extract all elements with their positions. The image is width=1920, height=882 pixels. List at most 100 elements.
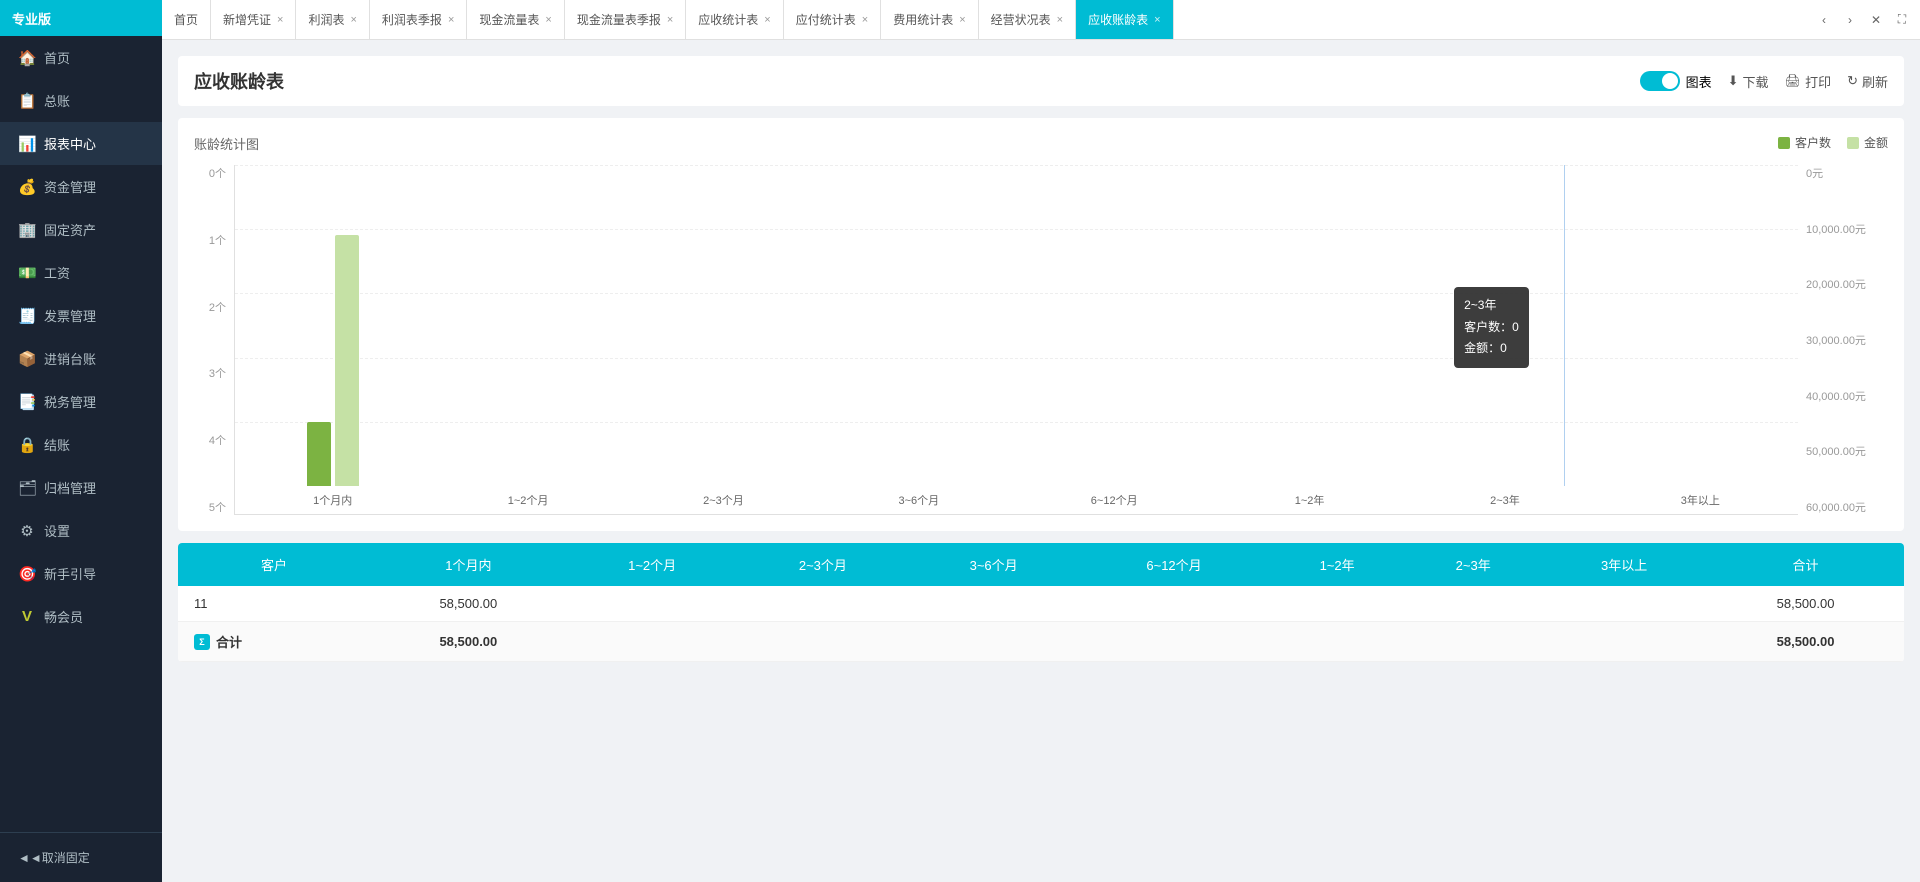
- sidebar-item-reports[interactable]: 📊 报表中心: [0, 122, 162, 165]
- sidebar-item-invoice[interactable]: 🧾 发票管理: [0, 294, 162, 337]
- tab-profit-quarterly[interactable]: 利润表季报 ×: [370, 0, 467, 39]
- tab-label: 新增凭证: [223, 11, 271, 28]
- sidebar-item-label: 设置: [44, 521, 70, 540]
- td-total-y23: [1405, 622, 1541, 662]
- sidebar-item-vip[interactable]: V 畅会员: [0, 595, 162, 638]
- th-m23: 2~3个月: [738, 543, 909, 586]
- tab-receivable-stats[interactable]: 应收统计表 ×: [686, 0, 783, 39]
- sidebar-item-label: 固定资产: [44, 220, 96, 239]
- tab-operations[interactable]: 经营状况表 ×: [979, 0, 1076, 39]
- td-total-m1: 58,500.00: [370, 622, 567, 662]
- td-y23: [1405, 586, 1541, 622]
- tab-close-icon[interactable]: ×: [350, 14, 356, 26]
- tab-close-icon[interactable]: ×: [862, 14, 868, 26]
- download-button[interactable]: ⬇ 下载: [1728, 72, 1769, 91]
- x-label-3: 2~3个月: [626, 486, 821, 514]
- tab-close-icon[interactable]: ×: [545, 14, 551, 26]
- refresh-icon: ↻: [1847, 73, 1858, 89]
- tab-label: 利润表季报: [382, 11, 442, 28]
- sidebar-item-archive[interactable]: 🗂 归档管理: [0, 466, 162, 509]
- bar-group: [235, 165, 430, 486]
- sidebar-item-home[interactable]: 🏠 首页: [0, 36, 162, 79]
- sidebar-item-label: 进销台账: [44, 349, 96, 368]
- sidebar-item-label: 归档管理: [44, 478, 96, 497]
- x-label-4: 3~6个月: [821, 486, 1016, 514]
- tab-close-icon[interactable]: ×: [1154, 14, 1160, 26]
- td-total-m23: [738, 622, 909, 662]
- tab-home[interactable]: 首页: [162, 0, 211, 39]
- tab-expand-button[interactable]: ⛶: [1890, 8, 1914, 32]
- tab-profit[interactable]: 利润表 ×: [296, 0, 369, 39]
- print-label: 打印: [1805, 72, 1831, 91]
- page-actions: 图表 ⬇ 下载 🖨 打印 ↻ 刷新: [1640, 71, 1888, 91]
- refresh-button[interactable]: ↻ 刷新: [1847, 72, 1888, 91]
- th-customer: 客户: [178, 543, 370, 586]
- tab-close-icon[interactable]: ×: [764, 14, 770, 26]
- y-axis-right: 60,000.00元 50,000.00元 40,000.00元 30,000.…: [1798, 165, 1888, 515]
- tab-receivable-aging[interactable]: 应收账龄表 ×: [1076, 0, 1173, 39]
- tab-close-icon[interactable]: ×: [1057, 14, 1063, 26]
- chart-area: 5个 4个 3个 2个 1个 0个: [194, 165, 1888, 515]
- x-label-5: 6~12个月: [1017, 486, 1212, 514]
- th-m12: 1~2个月: [567, 543, 738, 586]
- sidebar-item-close[interactable]: 🔒 结账: [0, 423, 162, 466]
- chart-toggle-label: 图表: [1686, 72, 1712, 91]
- td-total-m36: [908, 622, 1079, 662]
- th-m36: 3~6个月: [908, 543, 1079, 586]
- tab-cashflow-quarterly[interactable]: 现金流量表季报 ×: [565, 0, 686, 39]
- tab-expense-stats[interactable]: 费用统计表 ×: [881, 0, 978, 39]
- chart-legend: 客户数 金额: [1778, 134, 1888, 151]
- tax-icon: 📑: [18, 393, 36, 411]
- page-title: 应收账龄表: [194, 68, 284, 94]
- guide-icon: 🎯: [18, 565, 36, 583]
- total-icon: Σ: [194, 634, 210, 650]
- print-button[interactable]: 🖨 打印: [1785, 72, 1832, 91]
- total-text: 合计: [216, 632, 242, 651]
- sidebar-item-funds[interactable]: 💰 资金管理: [0, 165, 162, 208]
- invoice-icon: 🧾: [18, 307, 36, 325]
- unpin-button[interactable]: ◄◄取消固定: [0, 841, 162, 874]
- x-label-6: 1~2年: [1212, 486, 1407, 514]
- td-total-total: 58,500.00: [1707, 622, 1904, 662]
- sidebar-item-settings[interactable]: ⚙ 设置: [0, 509, 162, 552]
- legend-amount-label: 金额: [1864, 134, 1888, 151]
- sidebar-item-guide[interactable]: 🎯 新手引导: [0, 552, 162, 595]
- tab-close-icon[interactable]: ×: [959, 14, 965, 26]
- tab-cashflow[interactable]: 现金流量表 ×: [467, 0, 564, 39]
- table-total-row: Σ 合计 58,500.00 58,500.00: [178, 622, 1904, 662]
- bar-group: [1603, 165, 1798, 486]
- th-m612: 6~12个月: [1079, 543, 1269, 586]
- chart-inner: 1个月内 1~2个月 2~3个月 3~6个月 6~12个月 1~2年 2~3年 …: [234, 165, 1798, 515]
- legend-dot-amount: [1847, 137, 1859, 149]
- tab-label: 费用统计表: [893, 11, 953, 28]
- tab-payable-stats[interactable]: 应付统计表 ×: [784, 0, 881, 39]
- chart-toggle[interactable]: [1640, 71, 1680, 91]
- tab-label: 现金流量表: [479, 11, 539, 28]
- bar-amount: [335, 235, 359, 486]
- tab-close-icon[interactable]: ×: [448, 14, 454, 26]
- td-y3plus: [1541, 586, 1707, 622]
- tab-next-button[interactable]: ›: [1838, 8, 1862, 32]
- td-total-y12: [1269, 622, 1405, 662]
- th-y12: 1~2年: [1269, 543, 1405, 586]
- sidebar-item-salary[interactable]: 💵 工资: [0, 251, 162, 294]
- bar-customers: [307, 422, 331, 486]
- tab-close-icon[interactable]: ×: [667, 14, 673, 26]
- table-row: 11 58,500.00 58,500.00: [178, 586, 1904, 622]
- sidebar: 专业版 🏠 首页 📋 总账 📊 报表中心 💰 资金管理 🏢 固定资产 💵 工资 …: [0, 0, 162, 882]
- tab-new-voucher[interactable]: 新增凭证 ×: [211, 0, 296, 39]
- archive-icon: 🗂: [18, 479, 36, 497]
- sidebar-item-tax[interactable]: 📑 税务管理: [0, 380, 162, 423]
- tab-prev-button[interactable]: ‹: [1812, 8, 1836, 32]
- sidebar-item-label: 发票管理: [44, 306, 96, 325]
- tab-close-all-button[interactable]: ✕: [1864, 8, 1888, 32]
- chart-card: 账龄统计图 客户数 金额 5个 4个 3个 2个 1个: [178, 118, 1904, 531]
- sidebar-item-sales[interactable]: 📦 进销台账: [0, 337, 162, 380]
- sidebar-item-ledger[interactable]: 📋 总账: [0, 79, 162, 122]
- sidebar-item-label: 结账: [44, 435, 70, 454]
- tab-label: 利润表: [308, 11, 344, 28]
- tab-close-icon[interactable]: ×: [277, 14, 283, 26]
- bar-group: [626, 165, 821, 486]
- main-content: 首页 新增凭证 × 利润表 × 利润表季报 × 现金流量表 × 现金流量表季报 …: [162, 0, 1920, 882]
- sidebar-item-assets[interactable]: 🏢 固定资产: [0, 208, 162, 251]
